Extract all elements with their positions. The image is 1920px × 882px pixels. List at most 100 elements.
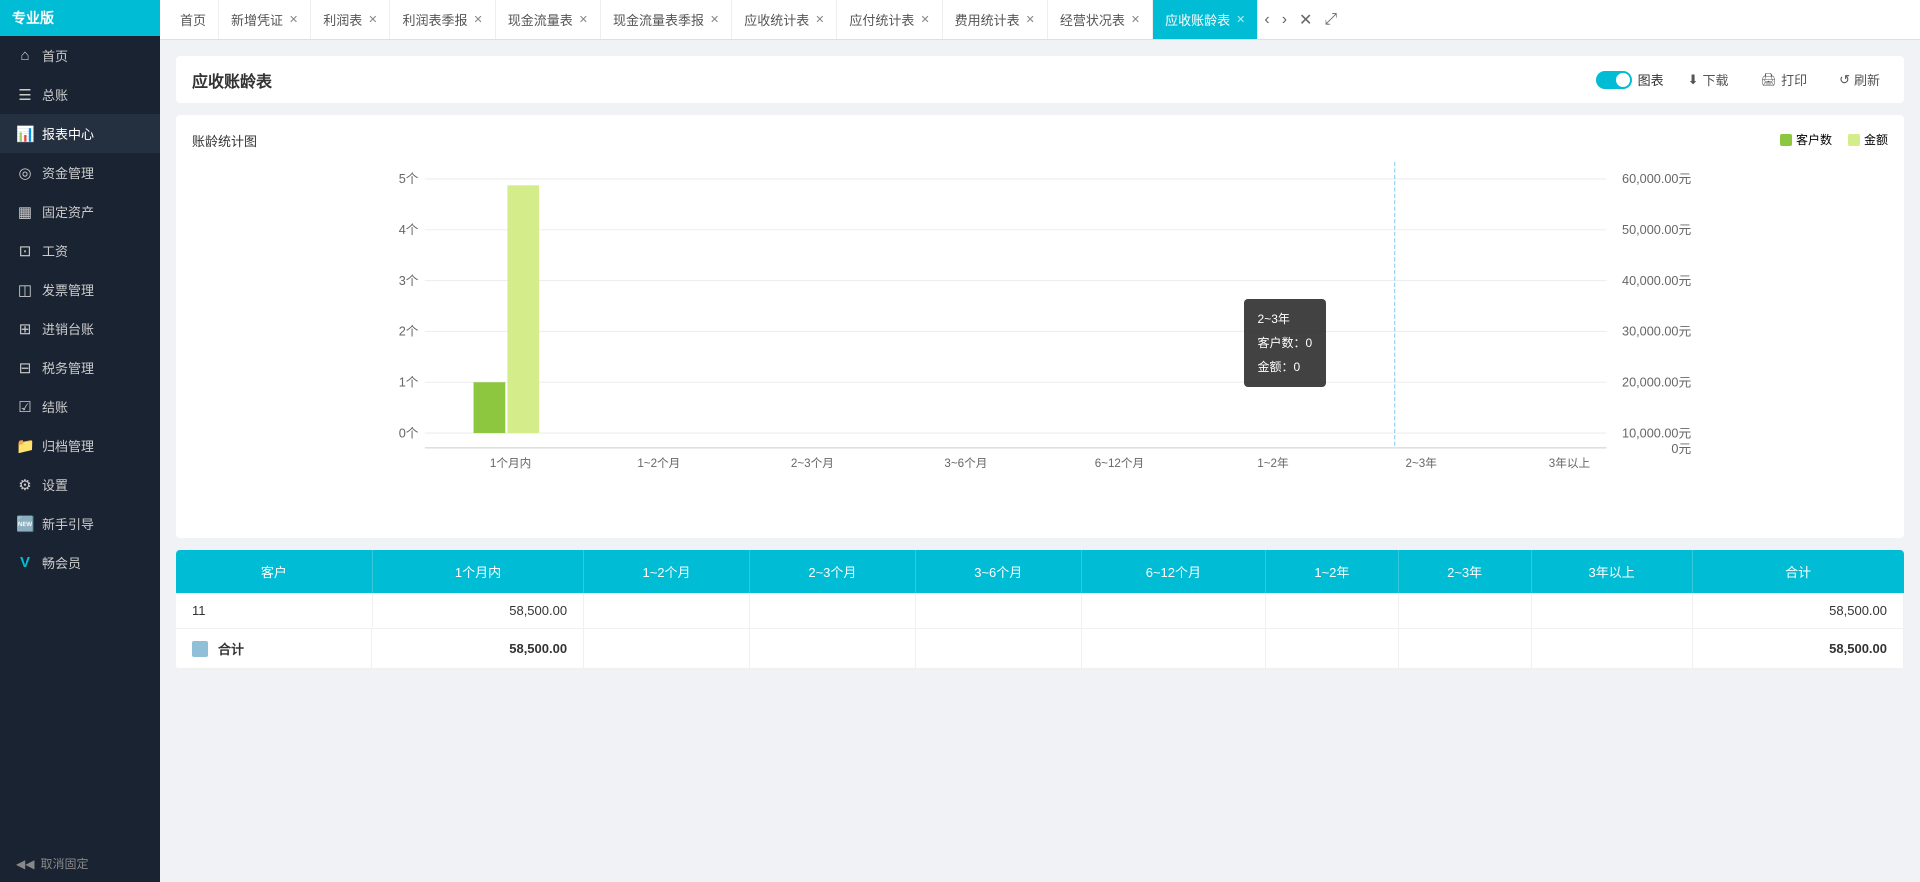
tab-expand[interactable]: ⤢ <box>1318 11 1343 29</box>
download-button[interactable]: ⬇ 下载 <box>1680 66 1737 93</box>
chart-legend: 客户数 金额 <box>1780 131 1888 148</box>
sidebar-item-settings[interactable]: ⚙ 设置 <box>0 465 160 504</box>
svg-text:3~6个月: 3~6个月 <box>944 457 987 470</box>
tab-expense-stats[interactable]: 费用统计表 ✕ <box>943 0 1048 39</box>
col-header-y1-2: 1~2年 <box>1266 550 1399 593</box>
tab-ar-aging-close[interactable]: ✕ <box>1236 13 1245 26</box>
tab-home[interactable]: 首页 <box>168 0 219 39</box>
sidebar-item-home-label: 首页 <box>42 46 68 65</box>
tab-scroll-left[interactable]: ‹ <box>1258 11 1275 29</box>
refresh-icon: ↺ <box>1839 72 1850 88</box>
sidebar-item-ledger[interactable]: ☰ 总账 <box>0 75 160 114</box>
total-m2-3 <box>749 629 915 669</box>
tab-operations-close[interactable]: ✕ <box>1131 13 1140 26</box>
aging-table: 客户 1个月内 1~2个月 2~3个月 3~6个月 6~12个月 1~2年 2~… <box>176 550 1904 669</box>
sidebar-item-archive[interactable]: 📁 归档管理 <box>0 426 160 465</box>
tax-icon: ⊟ <box>16 359 34 377</box>
svg-text:3个: 3个 <box>399 274 419 288</box>
tab-profit-quarterly-close[interactable]: ✕ <box>474 13 483 26</box>
tab-expense-stats-close[interactable]: ✕ <box>1026 13 1035 26</box>
sidebar-item-vip-label: 畅会员 <box>42 553 81 572</box>
tab-ar-stats[interactable]: 应收统计表 ✕ <box>732 0 837 39</box>
svg-text:1~2个月: 1~2个月 <box>637 457 680 470</box>
sidebar-item-assets[interactable]: ▦ 固定资产 <box>0 192 160 231</box>
sidebar-item-vip[interactable]: V 畅会员 <box>0 543 160 582</box>
tab-ap-stats-label: 应付统计表 <box>849 10 914 29</box>
cell-total: 58,500.00 <box>1692 593 1903 629</box>
sidebar-item-guide[interactable]: 🆕 新手引导 <box>0 504 160 543</box>
cell-customer: 11 <box>176 593 372 629</box>
chart-section: 账龄统计图 客户数 金额 5个 4个 3个 2个 1个 <box>176 115 1904 538</box>
tab-profit[interactable]: 利润表 ✕ <box>311 0 390 39</box>
legend-customers-color <box>1780 134 1792 146</box>
col-header-m3-6: 3~6个月 <box>915 550 1081 593</box>
cell-m1: 58,500.00 <box>372 593 583 629</box>
closing-icon: ☑ <box>16 398 34 416</box>
tab-voucher-close[interactable]: ✕ <box>289 13 298 26</box>
svg-text:30,000.00元: 30,000.00元 <box>1622 325 1691 339</box>
chart-container: 5个 4个 3个 2个 1个 0个 60,000.00元 50,000.00元 … <box>192 162 1888 522</box>
total-label-cell: 合计 <box>176 629 372 668</box>
chart-toggle-container[interactable]: 图表 <box>1596 70 1664 89</box>
sidebar-item-closing[interactable]: ☑ 结账 <box>0 387 160 426</box>
tab-ap-stats[interactable]: 应付统计表 ✕ <box>837 0 942 39</box>
tab-cashflow[interactable]: 现金流量表 ✕ <box>496 0 601 39</box>
settings-icon: ⚙ <box>16 476 34 494</box>
print-label: 打印 <box>1781 70 1807 89</box>
tab-expense-stats-label: 费用统计表 <box>955 10 1020 29</box>
tab-cashflow-quarterly-close[interactable]: ✕ <box>710 13 719 26</box>
cell-m3-6 <box>915 593 1081 629</box>
tab-scroll-right[interactable]: › <box>1276 11 1293 29</box>
svg-text:3年以上: 3年以上 <box>1549 456 1591 470</box>
bar-amount-0 <box>507 185 539 433</box>
unpin-button[interactable]: ◀◀ 取消固定 <box>0 845 160 882</box>
col-header-customer: 客户 <box>176 550 372 593</box>
tab-ap-stats-close[interactable]: ✕ <box>920 13 929 26</box>
tab-voucher[interactable]: 新增凭证 ✕ <box>219 0 311 39</box>
sidebar-item-capital[interactable]: ◎ 资金管理 <box>0 153 160 192</box>
tab-profit-quarterly-label: 利润表季报 <box>402 10 467 29</box>
tab-ar-aging[interactable]: 应收账龄表 ✕ <box>1153 0 1258 39</box>
tab-profit-quarterly[interactable]: 利润表季报 ✕ <box>390 0 495 39</box>
legend-customers-label: 客户数 <box>1796 131 1832 148</box>
sidebar-item-invoice[interactable]: ◫ 发票管理 <box>0 270 160 309</box>
legend-amount: 金额 <box>1848 131 1888 148</box>
cell-y3plus <box>1531 593 1692 629</box>
col-header-y3plus: 3年以上 <box>1531 550 1692 593</box>
total-m1-2 <box>584 629 750 669</box>
tab-ar-aging-label: 应收账龄表 <box>1165 10 1230 29</box>
legend-amount-color <box>1848 134 1860 146</box>
total-y1-2 <box>1266 629 1399 669</box>
chart-toggle[interactable] <box>1596 71 1632 89</box>
svg-text:20,000.00元: 20,000.00元 <box>1622 375 1691 389</box>
tab-close-all[interactable]: ✕ <box>1293 10 1318 30</box>
col-header-m1: 1个月内 <box>372 550 583 593</box>
col-header-m1-2: 1~2个月 <box>584 550 750 593</box>
tab-ar-stats-close[interactable]: ✕ <box>815 13 824 26</box>
tab-cashflow-quarterly[interactable]: 现金流量表季报 ✕ <box>601 0 732 39</box>
chart-title: 账龄统计图 <box>192 131 1888 150</box>
sidebar: 专业版 ⌂ 首页 ☰ 总账 📊 报表中心 ◎ 资金管理 ▦ 固定资产 ⊡ 工资 … <box>0 0 160 882</box>
sidebar-item-sales-label: 进销台账 <box>42 319 94 338</box>
refresh-button[interactable]: ↺ 刷新 <box>1831 66 1888 93</box>
svg-text:0元: 0元 <box>1671 442 1691 456</box>
tab-cashflow-close[interactable]: ✕ <box>579 13 588 26</box>
download-icon: ⬇ <box>1688 72 1699 88</box>
sidebar-item-tax[interactable]: ⊟ 税务管理 <box>0 348 160 387</box>
home-icon: ⌂ <box>16 47 34 64</box>
total-row-label: 合计 <box>218 639 244 658</box>
main-content: 首页 新增凭证 ✕ 利润表 ✕ 利润表季报 ✕ 现金流量表 ✕ 现金流量表季报 … <box>160 0 1920 882</box>
sidebar-item-sales[interactable]: ⊞ 进销台账 <box>0 309 160 348</box>
table-row: 11 58,500.00 58,500.00 <box>176 593 1904 629</box>
tab-operations[interactable]: 经营状况表 ✕ <box>1048 0 1153 39</box>
sidebar-item-report[interactable]: 📊 报表中心 <box>0 114 160 153</box>
tab-profit-close[interactable]: ✕ <box>368 13 377 26</box>
total-m1: 58,500.00 <box>372 629 583 669</box>
print-button[interactable]: 🖨 打印 <box>1753 66 1816 93</box>
sidebar-item-home[interactable]: ⌂ 首页 <box>0 36 160 75</box>
page-title: 应收账龄表 <box>192 68 272 92</box>
app-logo: 专业版 <box>0 0 160 36</box>
sidebar-item-closing-label: 结账 <box>42 397 68 416</box>
sidebar-item-salary[interactable]: ⊡ 工资 <box>0 231 160 270</box>
sidebar-item-archive-label: 归档管理 <box>42 436 94 455</box>
